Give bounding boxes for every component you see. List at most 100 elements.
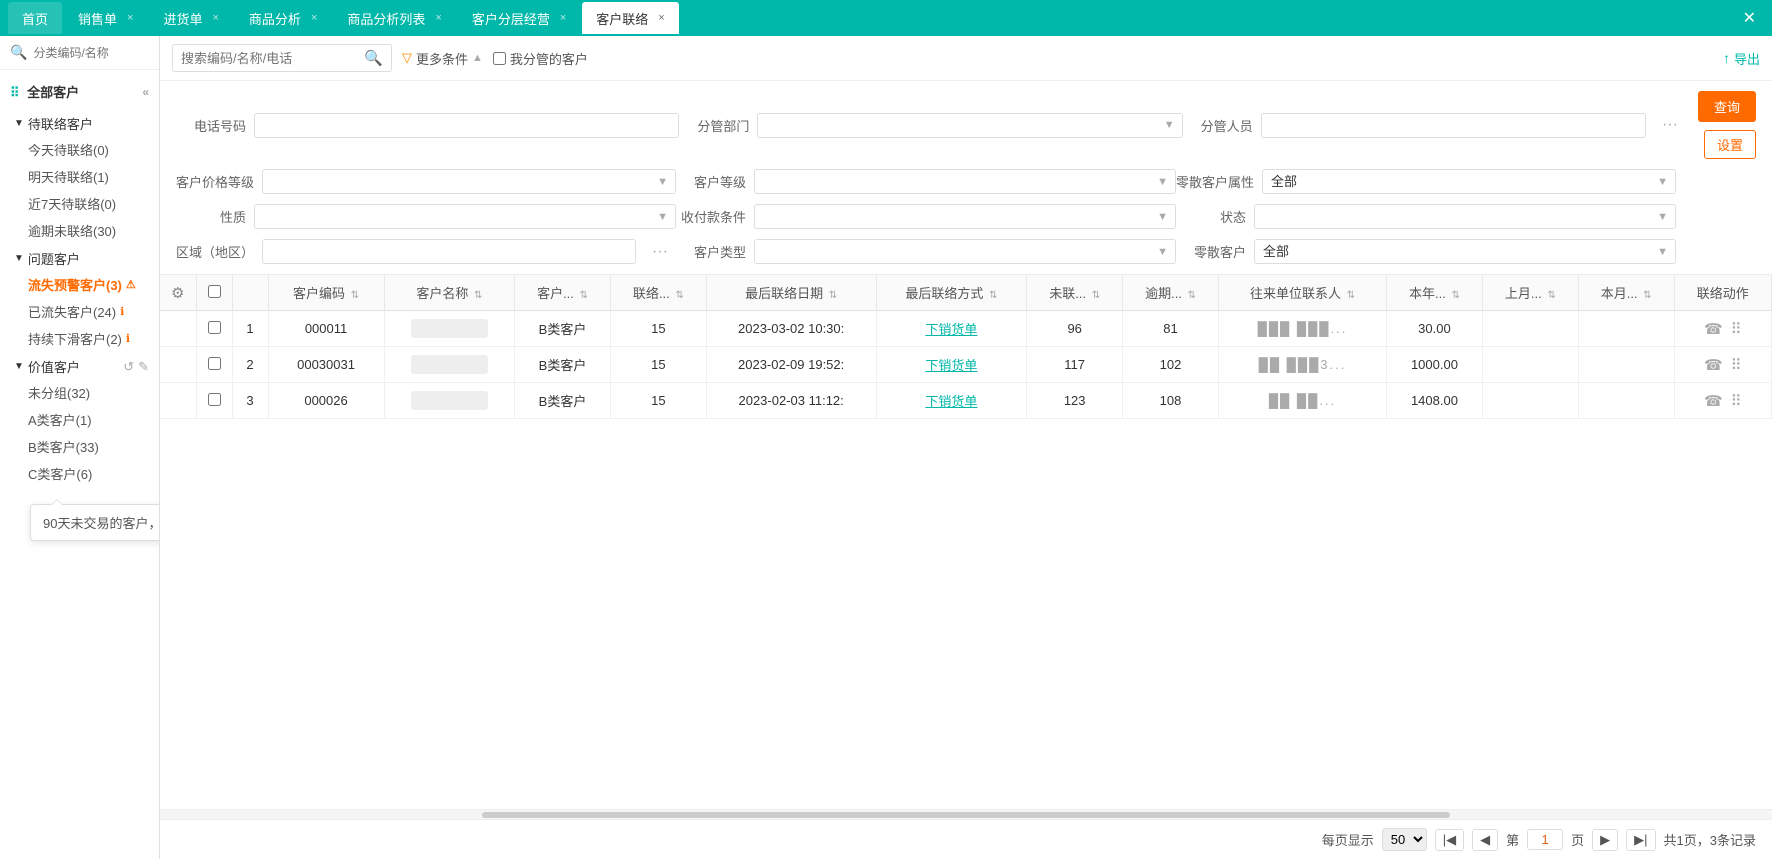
sidebar-group-pending-label[interactable]: ▼ 待联络客户 bbox=[10, 109, 149, 136]
search-icon[interactable]: 🔍 bbox=[364, 49, 383, 67]
scroll-thumb[interactable] bbox=[482, 812, 1449, 818]
first-page-button[interactable]: |◀ bbox=[1435, 829, 1464, 851]
filter-input-person[interactable] bbox=[1261, 113, 1646, 138]
tab-analysis[interactable]: 商品分析 × bbox=[235, 2, 331, 34]
next-page-button[interactable]: ▶ bbox=[1592, 829, 1618, 851]
col-this-month[interactable]: 本月... ⇅ bbox=[1578, 275, 1674, 311]
sidebar-all-label[interactable]: ⠿ 全部客户 « bbox=[10, 76, 149, 107]
col-gear[interactable]: ⚙ bbox=[160, 275, 196, 311]
tab-analysis-list[interactable]: 商品分析列表 × bbox=[333, 2, 455, 34]
filter-dots-region[interactable]: ··· bbox=[644, 243, 676, 261]
query-button[interactable]: 查询 bbox=[1698, 91, 1756, 122]
action-icon-more-0[interactable]: ⠿ bbox=[1731, 320, 1742, 338]
refresh-icon[interactable]: ↺ bbox=[123, 359, 134, 375]
collapse-icon[interactable]: « bbox=[142, 85, 149, 99]
col-index bbox=[232, 275, 268, 311]
tab-purchase-close[interactable]: × bbox=[212, 12, 218, 24]
sidebar-item-today[interactable]: 今天待联络(0) bbox=[10, 136, 149, 163]
cell-last-method-1[interactable]: 下销货单 bbox=[876, 347, 1027, 383]
filter-select-status[interactable] bbox=[1254, 204, 1676, 229]
row-checkbox-1[interactable] bbox=[208, 357, 221, 370]
sidebar-item-ungrouped[interactable]: 未分组(32) bbox=[10, 379, 149, 406]
sidebar-group-value-label[interactable]: ▼ 价值客户 ↺ ✎ bbox=[10, 352, 149, 379]
sidebar-item-class-a[interactable]: A类客户(1) bbox=[10, 406, 149, 433]
cell-this-year-1: 1000.00 bbox=[1387, 347, 1483, 383]
cell-checkbox-2[interactable] bbox=[196, 383, 232, 419]
sidebar-item-declining[interactable]: 持续下滑客户(2) ℹ bbox=[10, 325, 149, 352]
page-input[interactable] bbox=[1527, 829, 1563, 850]
col-code[interactable]: 客户编码 ⇅ bbox=[268, 275, 384, 311]
filter-select-zero-customer[interactable]: 全部 bbox=[1254, 239, 1676, 264]
select-all-checkbox[interactable] bbox=[208, 285, 221, 298]
sidebar-search-input[interactable] bbox=[33, 46, 149, 60]
tab-purchase[interactable]: 进货单 × bbox=[149, 2, 232, 34]
filter-select-price[interactable] bbox=[262, 169, 676, 194]
settings-button[interactable]: 设置 bbox=[1704, 130, 1756, 159]
tab-sales[interactable]: 销售单 × bbox=[64, 2, 147, 34]
edit-icon[interactable]: ✎ bbox=[138, 359, 149, 375]
sidebar-item-7days[interactable]: 近7天待联络(0) bbox=[10, 190, 149, 217]
col-this-year[interactable]: 本年... ⇅ bbox=[1387, 275, 1483, 311]
col-type[interactable]: 客户... ⇅ bbox=[515, 275, 611, 311]
cell-checkbox-0[interactable] bbox=[196, 311, 232, 347]
col-contact[interactable]: 联络... ⇅ bbox=[610, 275, 706, 311]
filter-input-phone[interactable] bbox=[254, 113, 679, 138]
sidebar-item-class-c[interactable]: C类客户(6) bbox=[10, 460, 149, 487]
action-icon-more-1[interactable]: ⠿ bbox=[1731, 356, 1742, 374]
last-method-link-1[interactable]: 下销货单 bbox=[925, 358, 977, 373]
gear-icon-th[interactable]: ⚙ bbox=[171, 285, 184, 302]
tab-home[interactable]: 首页 bbox=[8, 2, 62, 34]
filter-select-customer-type[interactable] bbox=[754, 239, 1176, 264]
sidebar-item-overdue[interactable]: 逾期未联络(30) bbox=[10, 217, 149, 244]
tab-analysis-list-close[interactable]: × bbox=[435, 12, 441, 24]
close-window-button[interactable]: ✕ bbox=[1735, 4, 1764, 32]
per-page-select[interactable]: 50 bbox=[1382, 828, 1427, 851]
action-icon-contact-1[interactable]: ☎ bbox=[1704, 356, 1723, 374]
filter-input-region[interactable] bbox=[262, 239, 636, 264]
sidebar-item-class-b[interactable]: B类客户(33) bbox=[10, 433, 149, 460]
my-customers-checkbox-label[interactable]: 我分管的客户 bbox=[493, 49, 588, 68]
col-last-month[interactable]: 上月... ⇅ bbox=[1482, 275, 1578, 311]
sidebar-item-churned[interactable]: 已流失客户(24) ℹ bbox=[10, 298, 149, 325]
col-checkbox[interactable] bbox=[196, 275, 232, 311]
col-uncontacted[interactable]: 未联... ⇅ bbox=[1027, 275, 1123, 311]
more-conditions-button[interactable]: ▽ 更多条件 ▲ bbox=[402, 49, 483, 68]
filter-select-payment[interactable] bbox=[754, 204, 1176, 229]
row-checkbox-2[interactable] bbox=[208, 393, 221, 406]
horizontal-scroll-bar[interactable] bbox=[160, 809, 1772, 819]
row-checkbox-0[interactable] bbox=[208, 321, 221, 334]
action-icon-more-2[interactable]: ⠿ bbox=[1731, 392, 1742, 410]
filter-select-dept[interactable] bbox=[757, 113, 1182, 138]
action-icon-contact-0[interactable]: ☎ bbox=[1704, 320, 1723, 338]
tab-customer-tier-close[interactable]: × bbox=[560, 12, 566, 24]
cell-checkbox-1[interactable] bbox=[196, 347, 232, 383]
filter-select-nature[interactable] bbox=[254, 204, 676, 229]
tab-customer-contact[interactable]: 客户联络 × bbox=[582, 2, 678, 34]
col-overdue[interactable]: 逾期... ⇅ bbox=[1123, 275, 1219, 311]
filter-select-zero-attr-wrap: 全部 ▼ bbox=[1262, 169, 1676, 194]
col-unit-contact[interactable]: 往来单位联系人 ⇅ bbox=[1218, 275, 1386, 311]
col-name[interactable]: 客户名称 ⇅ bbox=[384, 275, 515, 311]
tab-sales-close[interactable]: × bbox=[127, 12, 133, 24]
tab-customer-contact-close[interactable]: × bbox=[658, 12, 664, 24]
last-page-button[interactable]: ▶| bbox=[1626, 829, 1655, 851]
filter-select-zero-attr[interactable]: 全部 bbox=[1262, 169, 1676, 194]
cell-last-method-0[interactable]: 下销货单 bbox=[876, 311, 1027, 347]
cell-last-method-2[interactable]: 下销货单 bbox=[876, 383, 1027, 419]
filter-dots-person[interactable]: ··· bbox=[1654, 116, 1686, 134]
tab-analysis-close[interactable]: × bbox=[311, 12, 317, 24]
last-method-link-2[interactable]: 下销货单 bbox=[925, 394, 977, 409]
filter-select-customer-level[interactable] bbox=[754, 169, 1176, 194]
sidebar-group-problem-label[interactable]: ▼ 问题客户 bbox=[10, 244, 149, 271]
my-customers-checkbox[interactable] bbox=[493, 52, 506, 65]
last-method-link-0[interactable]: 下销货单 bbox=[925, 322, 977, 337]
sidebar-item-churn-warning[interactable]: 流失预警客户(3) ⚠ bbox=[10, 271, 149, 298]
search-input[interactable] bbox=[181, 51, 358, 66]
action-icon-contact-2[interactable]: ☎ bbox=[1704, 392, 1723, 410]
prev-page-button[interactable]: ◀ bbox=[1472, 829, 1498, 851]
col-last-contact-method[interactable]: 最后联络方式 ⇅ bbox=[876, 275, 1027, 311]
sidebar-item-tomorrow[interactable]: 明天待联络(1) bbox=[10, 163, 149, 190]
export-button[interactable]: ↑ 导出 bbox=[1723, 49, 1760, 68]
tab-customer-tier[interactable]: 客户分层经营 × bbox=[458, 2, 580, 34]
col-last-contact-date[interactable]: 最后联络日期 ⇅ bbox=[706, 275, 876, 311]
